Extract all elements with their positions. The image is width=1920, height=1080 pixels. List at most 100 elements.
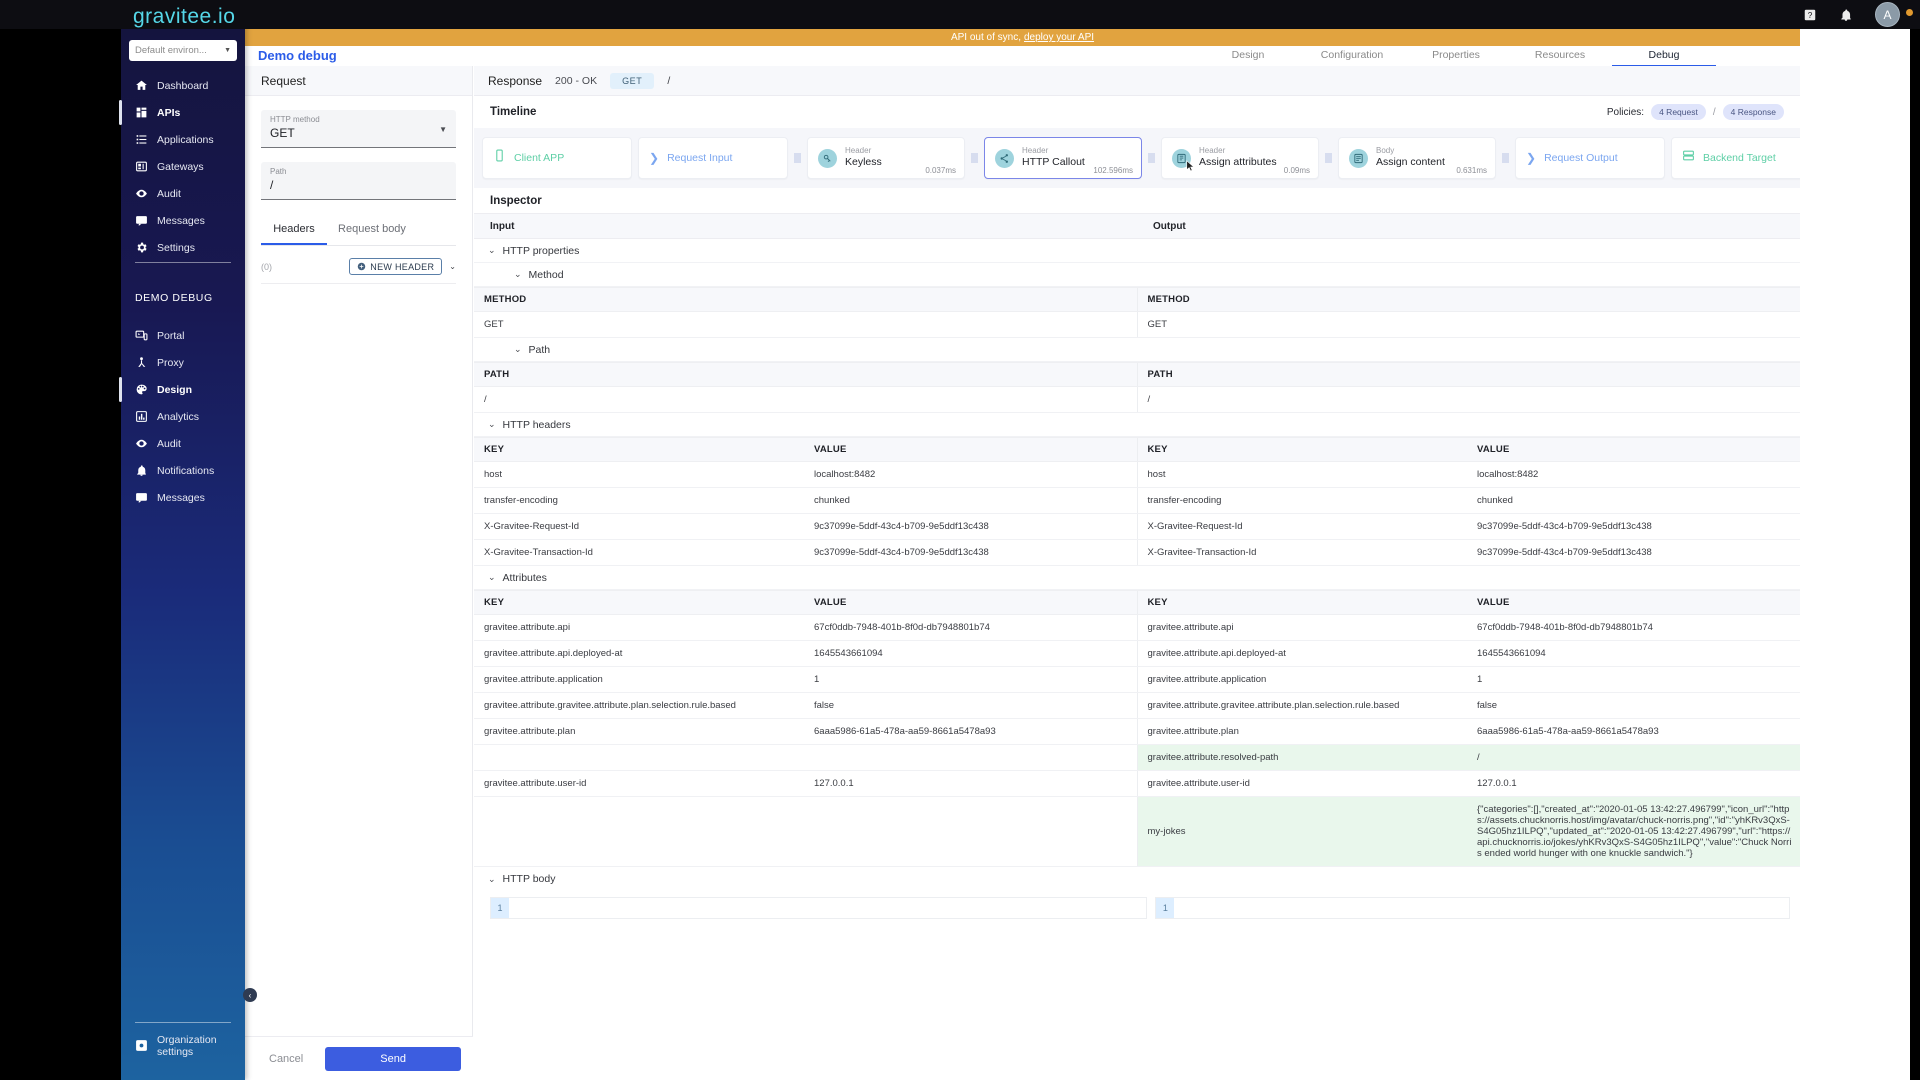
table-header-row: KEY VALUE KEY VALUE [474,437,1800,462]
timeline-card-assign-attributes[interactable]: Header Assign attributes 0.09ms [1161,137,1319,179]
tab-resources[interactable]: Resources [1508,46,1612,66]
tab-properties[interactable]: Properties [1404,46,1508,66]
chevron-down-icon[interactable]: ▼ [439,125,447,134]
sidebar-item-organization-settings[interactable]: Organization settings [121,1032,245,1059]
sidebar-item-audit[interactable]: Audit [121,180,245,207]
page-title: Demo debug [258,48,337,63]
status-dot [1906,9,1913,16]
path-input-header: PATH [474,362,1137,387]
section-method[interactable]: ⌄ Method [474,263,1800,287]
input-body-editor[interactable]: 1 [490,897,1148,919]
sidebar-item-portal[interactable]: Portal [121,322,245,349]
sidebar-item-label: Design [157,383,193,396]
sidebar-item-apis[interactable]: APIs [119,99,245,126]
chevron-down-icon: ⌄ [488,572,496,582]
path-value: / [270,178,274,192]
timeline-card-request-input[interactable]: ❯ Request Input [638,137,788,179]
svg-text:?: ? [1808,10,1813,19]
sidebar-item-audit[interactable]: Audit [121,430,245,457]
timeline-card-assign-content[interactable]: Body Assign content 0.631ms [1338,137,1496,179]
timeline-card-keyless[interactable]: Header Keyless 0.037ms [807,137,965,179]
deploy-api-link[interactable]: deploy your API [1024,32,1094,43]
sidebar-item-analytics[interactable]: Analytics [121,403,245,430]
table-cell: gravitee.attribute.api [1136,614,1467,641]
proxy-icon [134,356,148,370]
table-cell: my-jokes [1136,796,1467,867]
timeline-card-request-output[interactable]: ❯ Request Output [1515,137,1665,179]
new-header-button[interactable]: NEW HEADER [349,258,443,275]
table-cell [804,744,1137,771]
timeline-card-client-app[interactable]: Client APP [482,137,632,179]
output-body-content[interactable] [1174,898,1789,918]
line-number: 1 [1156,898,1175,918]
input-body-content[interactable] [509,898,1147,918]
chevron-down-icon[interactable]: ⌄ [449,262,456,271]
section-attributes[interactable]: ⌄ Attributes [474,566,1800,590]
section-http-headers[interactable]: ⌄ HTTP headers [474,413,1800,437]
section-path[interactable]: ⌄ Path [474,338,1800,362]
send-button[interactable]: Send [325,1046,461,1071]
timeline-card-label: Request Output [1544,152,1618,164]
sidebar-collapse-handle[interactable]: ‹ [243,988,257,1002]
tab-configuration[interactable]: Configuration [1300,46,1404,66]
timeline-card-kind: Header [1022,146,1049,156]
sidebar-api-nav: Portal Proxy Design Analytics Audit Notificat… [119,322,245,511]
table-row: gravitee.attribute.api 67cf0ddb-7948-401b… [474,614,1800,641]
sidebar-item-design[interactable]: Design [119,376,245,403]
logo-text: gravitee [133,5,212,28]
table-cell: 9c37099e-5ddf-43c4-b709-9e5ddf13c438 [804,513,1137,540]
apis-icon [134,106,148,120]
section-http-body[interactable]: ⌄ HTTP body [474,867,1800,891]
tab-headers[interactable]: Headers [261,217,327,245]
topbar-icon-group: ? A [1803,0,1900,29]
tab-design[interactable]: Design [1196,46,1300,66]
timeline-card-http-callout[interactable]: Header HTTP Callout 102.596ms [984,137,1142,179]
request-panel: Request HTTP method GET ▼ Path / Headers… [245,66,473,1080]
bell-icon[interactable] [1839,8,1853,22]
table-cell: host [1136,461,1467,488]
avatar[interactable]: A [1875,2,1900,27]
app-logo[interactable]: gravitee.io [133,5,235,29]
sidebar-item-dashboard[interactable]: Dashboard [121,72,245,99]
timeline-card-name: Assign content [1376,156,1445,169]
sidebar-item-settings[interactable]: Settings [121,234,245,261]
tab-request-body[interactable]: Request body [327,217,417,245]
sidebar-item-label: APIs [157,106,181,119]
help-icon[interactable]: ? [1803,8,1817,22]
tab-debug[interactable]: Debug [1612,46,1716,66]
timeline-strip[interactable]: Client APP ❯ Request Input Header Keyless 0.0… [474,128,1800,188]
path-field[interactable]: Path / [261,162,456,200]
sidebar-item-messages[interactable]: Messages [121,207,245,234]
timeline-card-duration: 0.037ms [925,166,956,175]
eye-icon [134,437,148,451]
http-method-value: GET [270,126,295,140]
sidebar-item-proxy[interactable]: Proxy [121,349,245,376]
cancel-button[interactable]: Cancel [257,1047,315,1071]
table-cell: gravitee.attribute.plan [474,718,804,745]
timeline-card-backend-target[interactable]: Backend Target [1671,137,1800,179]
response-policies-badge[interactable]: 4 Response [1722,104,1784,120]
table-row: gravitee.attribute.plan 6aaa5986-61a5-478… [474,718,1800,745]
timeline-card-name: Assign attributes [1199,156,1277,169]
environment-select[interactable]: Default environ... ▼ [129,40,237,61]
section-label: HTTP properties [502,244,580,257]
section-label: Path [528,343,551,356]
http-method-field[interactable]: HTTP method GET ▼ [261,110,456,148]
table-cell: localhost:8482 [804,461,1137,488]
table-row: X-Gravitee-Transaction-Id 9c37099e-5ddf-4… [474,539,1800,566]
sidebar-item-notifications[interactable]: Notifications [121,457,245,484]
sidebar-item-gateways[interactable]: Gateways [121,153,245,180]
section-http-properties[interactable]: ⌄ HTTP properties [474,239,1800,263]
sidebar-item-applications[interactable]: Applications [121,126,245,153]
sidebar-item-messages[interactable]: Messages [121,484,245,511]
timeline-connector [794,153,801,163]
policies-label: Policies: [1606,106,1645,118]
output-body-editor[interactable]: 1 [1155,897,1790,919]
sidebar-item-label: Analytics [157,410,200,423]
chevron-down-icon: ⌄ [514,269,522,279]
mobile-icon [493,149,506,167]
timeline-header: Timeline Policies: 4 Request / 4 Respons… [474,96,1800,128]
table-cell [474,744,804,771]
request-policies-badge[interactable]: 4 Request [1651,104,1706,120]
table-cell: 1645543661094 [804,640,1137,667]
